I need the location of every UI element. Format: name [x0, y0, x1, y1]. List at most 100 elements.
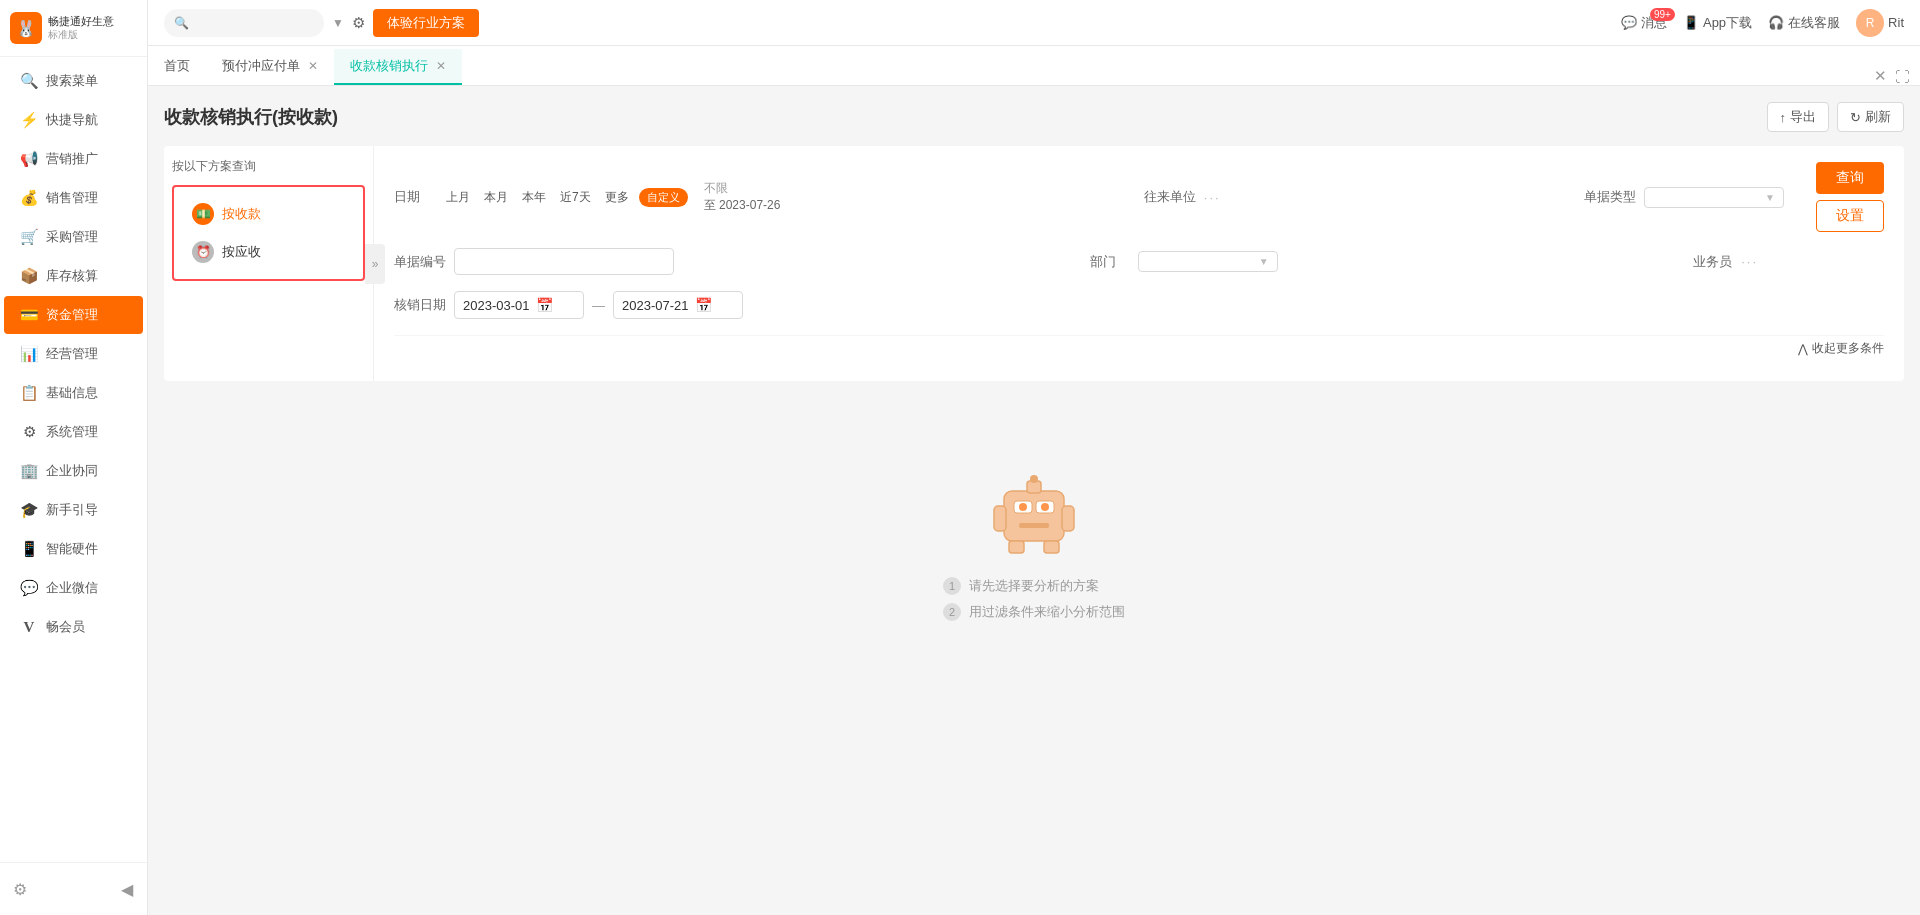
sidebar-item-search[interactable]: 🔍 搜索菜单 [4, 62, 143, 100]
docno-input[interactable] [454, 248, 674, 275]
topbar-gear-icon[interactable]: ⚙ [352, 14, 365, 32]
doctype-select[interactable]: ▼ [1644, 187, 1784, 208]
username-label: Rit [1888, 15, 1904, 30]
staff-input-dots[interactable]: ··· [1741, 254, 1758, 269]
marketing-nav-icon: 📢 [20, 150, 38, 168]
message-btn[interactable]: 💬 消息 99+ [1621, 14, 1667, 32]
tab-prepay-close-icon[interactable]: ✕ [308, 59, 318, 73]
writeoff-date-range: 2023-03-01 📅 — 2023-07-21 📅 [454, 291, 743, 319]
date-link-last-month[interactable]: 上月 [442, 187, 474, 208]
writeoff-end-text: 2023-07-21 [622, 298, 689, 313]
tab-home[interactable]: 首页 [148, 49, 206, 85]
sidebar-item-finance[interactable]: 💳 资金管理 [4, 296, 143, 334]
hint-text-2: 用过滤条件来缩小分析范围 [969, 603, 1125, 621]
sidebar-item-guide[interactable]: 🎓 新手引导 [4, 491, 143, 529]
filter-scheme-title: 按以下方案查询 [172, 158, 365, 175]
filter-row-1: 日期 上月 本月 本年 近7天 更多 自定义 不限 至 2023-07-26 [394, 162, 1884, 232]
date-label: 日期 [394, 188, 434, 206]
filter-scheme-panel: 按以下方案查询 💵 按收款 ⏰ 按应收 » [164, 146, 374, 381]
filter-option-by-receivable[interactable]: ⏰ 按应收 [182, 233, 355, 271]
wechat-nav-icon: 💬 [20, 579, 38, 597]
sidebar-item-finance-label: 资金管理 [46, 306, 98, 324]
filter-form: 日期 上月 本月 本年 近7天 更多 自定义 不限 至 2023-07-26 [374, 146, 1904, 381]
sidebar-item-member[interactable]: V 畅会员 [4, 608, 143, 646]
query-btn[interactable]: 查询 [1816, 162, 1884, 194]
partner-input-dots[interactable]: ··· [1204, 190, 1221, 205]
sidebar-collapse-btn[interactable]: ◀ [111, 873, 143, 905]
svg-rect-9 [1062, 506, 1074, 531]
sidebar-item-inventory[interactable]: 📦 库存核算 [4, 257, 143, 295]
finance-nav-icon: 💳 [20, 306, 38, 324]
writeoff-start-text: 2023-03-01 [463, 298, 530, 313]
svg-rect-5 [1019, 523, 1049, 528]
dept-select[interactable]: ▼ [1138, 251, 1278, 272]
service-btn[interactable]: 🎧 在线客服 [1768, 14, 1840, 32]
tab-fullscreen-icon[interactable]: ⛶ [1895, 68, 1910, 85]
tab-home-label: 首页 [164, 57, 190, 75]
by-receipt-label: 按收款 [222, 205, 261, 223]
topbar-right: 💬 消息 99+ 📱 App下载 🎧 在线客服 R Rit [1621, 9, 1904, 37]
date-link-this-month[interactable]: 本月 [480, 187, 512, 208]
writeoff-start-cal-icon[interactable]: 📅 [536, 297, 553, 313]
date-link-more[interactable]: 更多 [601, 187, 633, 208]
export-btn[interactable]: ↑ 导出 [1767, 102, 1830, 132]
sidebar-item-management-label: 经营管理 [46, 345, 98, 363]
filter-collapse-btn[interactable]: » [365, 244, 385, 284]
user-account[interactable]: R Rit [1856, 9, 1904, 37]
service-icon: 🎧 [1768, 15, 1784, 30]
sidebar-item-wechat[interactable]: 💬 企业微信 [4, 569, 143, 607]
date-link-this-year[interactable]: 本年 [518, 187, 550, 208]
topbar-search-box[interactable]: 🔍 [164, 9, 324, 37]
tab-writeoff-close-icon[interactable]: ✕ [436, 59, 446, 73]
purchase-nav-icon: 🛒 [20, 228, 38, 246]
sidebar-item-marketing[interactable]: 📢 营销推广 [4, 140, 143, 178]
enterprise-nav-icon: 🏢 [20, 462, 38, 480]
sidebar-item-basic[interactable]: 📋 基础信息 [4, 374, 143, 412]
sidebar-item-quick[interactable]: ⚡ 快捷导航 [4, 101, 143, 139]
date-to: 至 2023-07-26 [704, 197, 781, 214]
svg-point-7 [1030, 475, 1038, 483]
date-no-limit: 不限 [704, 180, 781, 197]
tab-close-all-icon[interactable]: ✕ [1874, 67, 1887, 85]
tab-writeoff[interactable]: 收款核销执行 ✕ [334, 49, 462, 85]
refresh-btn[interactable]: ↻ 刷新 [1837, 102, 1904, 132]
search-nav-icon: 🔍 [20, 72, 38, 90]
date-link-7days[interactable]: 近7天 [556, 187, 595, 208]
sidebar-item-management[interactable]: 📊 经营管理 [4, 335, 143, 373]
collapse-more-btn[interactable]: ⋀ 收起更多条件 [1798, 340, 1884, 357]
sidebar-item-guide-label: 新手引导 [46, 501, 98, 519]
date-custom-badge[interactable]: 自定义 [639, 188, 688, 207]
sidebar-item-sales[interactable]: 💰 销售管理 [4, 179, 143, 217]
sidebar-item-hardware-label: 智能硬件 [46, 540, 98, 558]
tab-prepay[interactable]: 预付冲应付单 ✕ [206, 49, 334, 85]
logo-icon: 🐰 [10, 12, 42, 44]
filter-docno-item: 单据编号 [394, 248, 674, 275]
writeoff-end-cal-icon[interactable]: 📅 [695, 297, 712, 313]
filter-action-btns: 查询 设置 [1816, 162, 1884, 232]
filter-date-item: 日期 上月 本月 本年 近7天 更多 自定义 不限 至 2023-07-26 [394, 180, 780, 214]
date-links: 上月 本月 本年 近7天 更多 自定义 [442, 187, 688, 208]
writeoff-end-field[interactable]: 2023-07-21 📅 [613, 291, 743, 319]
date-info: 不限 至 2023-07-26 [704, 180, 781, 214]
sidebar-item-purchase[interactable]: 🛒 采购管理 [4, 218, 143, 256]
settings-btn[interactable]: 设置 [1816, 200, 1884, 232]
tab-prepay-label: 预付冲应付单 [222, 57, 300, 75]
hardware-nav-icon: 📱 [20, 540, 38, 558]
sidebar-item-enterprise-label: 企业协同 [46, 462, 98, 480]
topbar-left: 🔍 ▼ ⚙ 体验行业方案 [164, 9, 1609, 37]
user-avatar: R [1856, 9, 1884, 37]
empty-hint-2: 2 用过滤条件来缩小分析范围 [943, 603, 1125, 621]
partner-label: 往来单位 [1144, 188, 1196, 206]
app-download-btn[interactable]: 📱 App下载 [1683, 14, 1752, 32]
writeoff-start-field[interactable]: 2023-03-01 📅 [454, 291, 584, 319]
empty-hints: 1 请先选择要分析的方案 2 用过滤条件来缩小分析范围 [943, 577, 1125, 621]
empty-robot-illustration [984, 461, 1084, 561]
sidebar-item-enterprise[interactable]: 🏢 企业协同 [4, 452, 143, 490]
page-title: 收款核销执行(按收款) [164, 105, 338, 129]
industry-btn[interactable]: 体验行业方案 [373, 9, 479, 37]
topbar-dropdown-chevron[interactable]: ▼ [332, 16, 344, 30]
sidebar-item-system[interactable]: ⚙ 系统管理 [4, 413, 143, 451]
sidebar-item-hardware[interactable]: 📱 智能硬件 [4, 530, 143, 568]
sidebar-settings-btn[interactable]: ⚙ [4, 873, 36, 905]
filter-option-by-receipt[interactable]: 💵 按收款 [182, 195, 355, 233]
